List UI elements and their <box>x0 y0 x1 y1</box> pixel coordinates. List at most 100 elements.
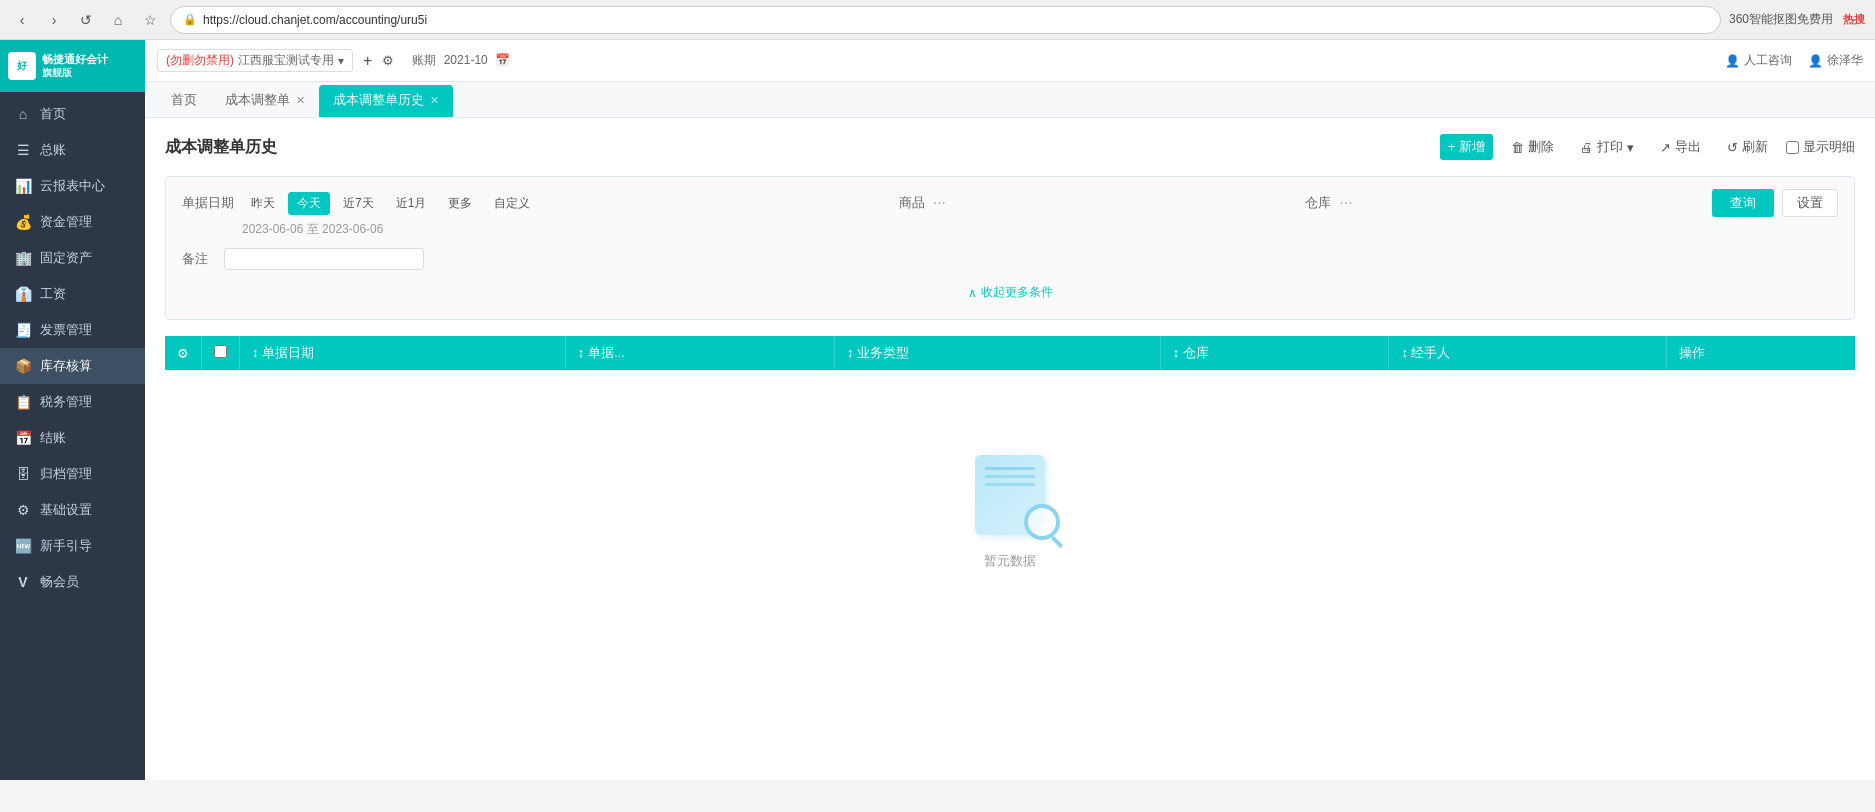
show-columns-toggle[interactable]: 显示明细 <box>1786 138 1855 156</box>
query-button[interactable]: 查询 <box>1712 189 1774 217</box>
sidebar-label-closing: 结账 <box>40 429 66 447</box>
tab-cost-adjust-close[interactable]: ✕ <box>296 94 305 107</box>
export-button[interactable]: ↗ 导出 <box>1652 134 1709 160</box>
sidebar-logo: 好 畅捷通好会计 旗舰版 <box>0 40 145 92</box>
sidebar-item-salary[interactable]: 👔 工资 <box>0 276 145 312</box>
th-settings[interactable]: ⚙ <box>165 336 202 370</box>
forward-button[interactable]: › <box>42 8 66 32</box>
date-option-more[interactable]: 更多 <box>439 192 481 215</box>
filter-row-1: 单据日期 昨天 今天 近7天 近1月 更多 自定义 商品 <box>182 189 1838 217</box>
empty-state-cell: 暂元数据 <box>165 370 1855 630</box>
th-handler[interactable]: ↕ 经手人 <box>1389 336 1666 370</box>
empty-text: 暂元数据 <box>984 552 1036 570</box>
calendar-icon[interactable]: 📅 <box>495 53 510 67</box>
sidebar-item-home[interactable]: ⌂ 首页 <box>0 96 145 132</box>
tab-cost-adjust[interactable]: 成本调整单 ✕ <box>211 85 319 117</box>
add-company-button[interactable]: + <box>363 52 372 70</box>
print-label: 打印 <box>1597 138 1623 156</box>
sidebar-item-settings[interactable]: ⚙ 基础设置 <box>0 492 145 528</box>
page-content: 成本调整单历史 + 新增 🗑 删除 🖨 打印 ▾ ↗ 导出 <box>145 118 1875 780</box>
home-button[interactable]: ⌂ <box>106 8 130 32</box>
header-right: 👤 人工咨询 👤 徐泽华 <box>1725 52 1863 69</box>
settings-gear-icon[interactable]: ⚙ <box>382 53 394 68</box>
sidebar-item-reports[interactable]: 📊 云报表中心 <box>0 168 145 204</box>
date-option-today[interactable]: 今天 <box>288 192 330 215</box>
sidebar-label-tax: 税务管理 <box>40 393 92 411</box>
tab-cost-adjust-history[interactable]: 成本调整单历史 ✕ <box>319 85 453 117</box>
sidebar-item-funds[interactable]: 💰 资金管理 <box>0 204 145 240</box>
product-filter-dots[interactable]: ··· <box>933 194 946 212</box>
sidebar-label-salary: 工资 <box>40 285 66 303</box>
tab-cost-adjust-history-close[interactable]: ✕ <box>430 94 439 107</box>
add-button[interactable]: + 新增 <box>1440 134 1493 160</box>
th-number[interactable]: ↕ 单据... <box>565 336 834 370</box>
main-sidebar: 好 畅捷通好会计 旗舰版 ⌂ 首页 ☰ 总账 📊 云报表中心 💰 资金管理 <box>0 40 145 780</box>
date-option-yesterday[interactable]: 昨天 <box>242 192 284 215</box>
notes-filter-input[interactable] <box>224 248 424 270</box>
sidebar-label-funds: 资金管理 <box>40 213 92 231</box>
empty-search-shape <box>1024 504 1060 540</box>
th-biz-type[interactable]: ↕ 业务类型 <box>834 336 1160 370</box>
th-operations: 操作 <box>1666 336 1855 370</box>
warehouse-filter-group: 仓库 ··· <box>1305 194 1352 212</box>
closing-icon: 📅 <box>14 430 32 446</box>
sidebar-item-ledger[interactable]: ☰ 总账 <box>0 132 145 168</box>
tab-home[interactable]: 首页 <box>157 85 211 117</box>
print-button[interactable]: 🖨 打印 ▾ <box>1572 134 1642 160</box>
sidebar-item-tax[interactable]: 📋 税务管理 <box>0 384 145 420</box>
date-filter-label: 单据日期 <box>182 194 234 212</box>
sidebar-label-fixed-assets: 固定资产 <box>40 249 92 267</box>
sidebar-item-fixed-assets[interactable]: 🏢 固定资产 <box>0 240 145 276</box>
address-bar[interactable]: 🔒 https://cloud.chanjet.com/accounting/u… <box>170 6 1721 34</box>
user-avatar-icon: 👤 <box>1808 54 1823 68</box>
sidebar-item-inventory[interactable]: 📦 库存核算 <box>0 348 145 384</box>
company-warning: (勿删勿禁用) <box>166 52 234 69</box>
back-button[interactable]: ‹ <box>10 8 34 32</box>
select-all-checkbox[interactable] <box>214 345 227 358</box>
warehouse-filter-dots[interactable]: ··· <box>1339 194 1352 212</box>
filter-settings-button[interactable]: 设置 <box>1782 189 1838 217</box>
sidebar-label-settings: 基础设置 <box>40 501 92 519</box>
th-date[interactable]: ↕ 单据日期 <box>240 336 566 370</box>
archive-icon: 🗄 <box>14 466 32 482</box>
reports-icon: 📊 <box>14 178 32 194</box>
date-option-custom[interactable]: 自定义 <box>485 192 539 215</box>
app-container: 好 畅捷通好会计 旗舰版 ⌂ 首页 ☰ 总账 📊 云报表中心 💰 资金管理 <box>0 40 1875 780</box>
delete-label: 删除 <box>1528 138 1554 156</box>
refresh-button[interactable]: ↺ <box>74 8 98 32</box>
th-checkbox[interactable] <box>202 336 240 370</box>
sidebar-item-member[interactable]: V 畅会员 <box>0 564 145 600</box>
date-option-7days[interactable]: 近7天 <box>334 192 383 215</box>
sidebar-item-closing[interactable]: 📅 结账 <box>0 420 145 456</box>
sidebar-label-invoices: 发票管理 <box>40 321 92 339</box>
toolbar-actions: + 新增 🗑 删除 🖨 打印 ▾ ↗ 导出 ↺ <box>1440 134 1855 160</box>
app-tabs: 首页 成本调整单 ✕ 成本调整单历史 ✕ <box>145 82 1875 118</box>
browser-actions: 360智能抠图免费用 热搜 <box>1729 11 1865 28</box>
refresh-button[interactable]: ↺ 刷新 <box>1719 134 1776 160</box>
collapse-bar[interactable]: ∧ 收起更多条件 <box>182 278 1838 307</box>
tab-home-label: 首页 <box>171 91 197 109</box>
date-range-row: 2023-06-06 至 2023-06-06 <box>182 221 1838 238</box>
sidebar-item-invoices[interactable]: 🧾 发票管理 <box>0 312 145 348</box>
warehouse-filter-label: 仓库 <box>1305 194 1331 212</box>
sidebar-label-reports: 云报表中心 <box>40 177 105 195</box>
print-icon: 🖨 <box>1580 140 1593 155</box>
star-button[interactable]: ☆ <box>138 8 162 32</box>
user-profile[interactable]: 👤 徐泽华 <box>1808 52 1863 69</box>
th-warehouse[interactable]: ↕ 仓库 <box>1160 336 1389 370</box>
print-dropdown-icon: ▾ <box>1627 140 1634 155</box>
table-header-row: ⚙ ↕ 单据日期 ↕ 单据... ↕ 业务类型 <box>165 336 1855 370</box>
sidebar-label-guide: 新手引导 <box>40 537 92 555</box>
delete-button[interactable]: 🗑 删除 <box>1503 134 1562 160</box>
product-filter-group: 商品 ··· <box>899 194 946 212</box>
show-columns-label: 显示明细 <box>1803 138 1855 156</box>
help-link[interactable]: 👤 人工咨询 <box>1725 52 1792 69</box>
home-icon: ⌂ <box>14 106 32 122</box>
date-option-1month[interactable]: 近1月 <box>387 192 436 215</box>
sidebar-item-guide[interactable]: 🆕 新手引导 <box>0 528 145 564</box>
filter-area: 单据日期 昨天 今天 近7天 近1月 更多 自定义 商品 <box>165 176 1855 320</box>
sidebar-item-archive[interactable]: 🗄 归档管理 <box>0 456 145 492</box>
company-selector[interactable]: (勿删勿禁用) 江西服宝测试专用 ▾ <box>157 49 353 72</box>
date-filter-group: 单据日期 昨天 今天 近7天 近1月 更多 自定义 <box>182 192 539 215</box>
show-columns-checkbox[interactable] <box>1786 141 1799 154</box>
